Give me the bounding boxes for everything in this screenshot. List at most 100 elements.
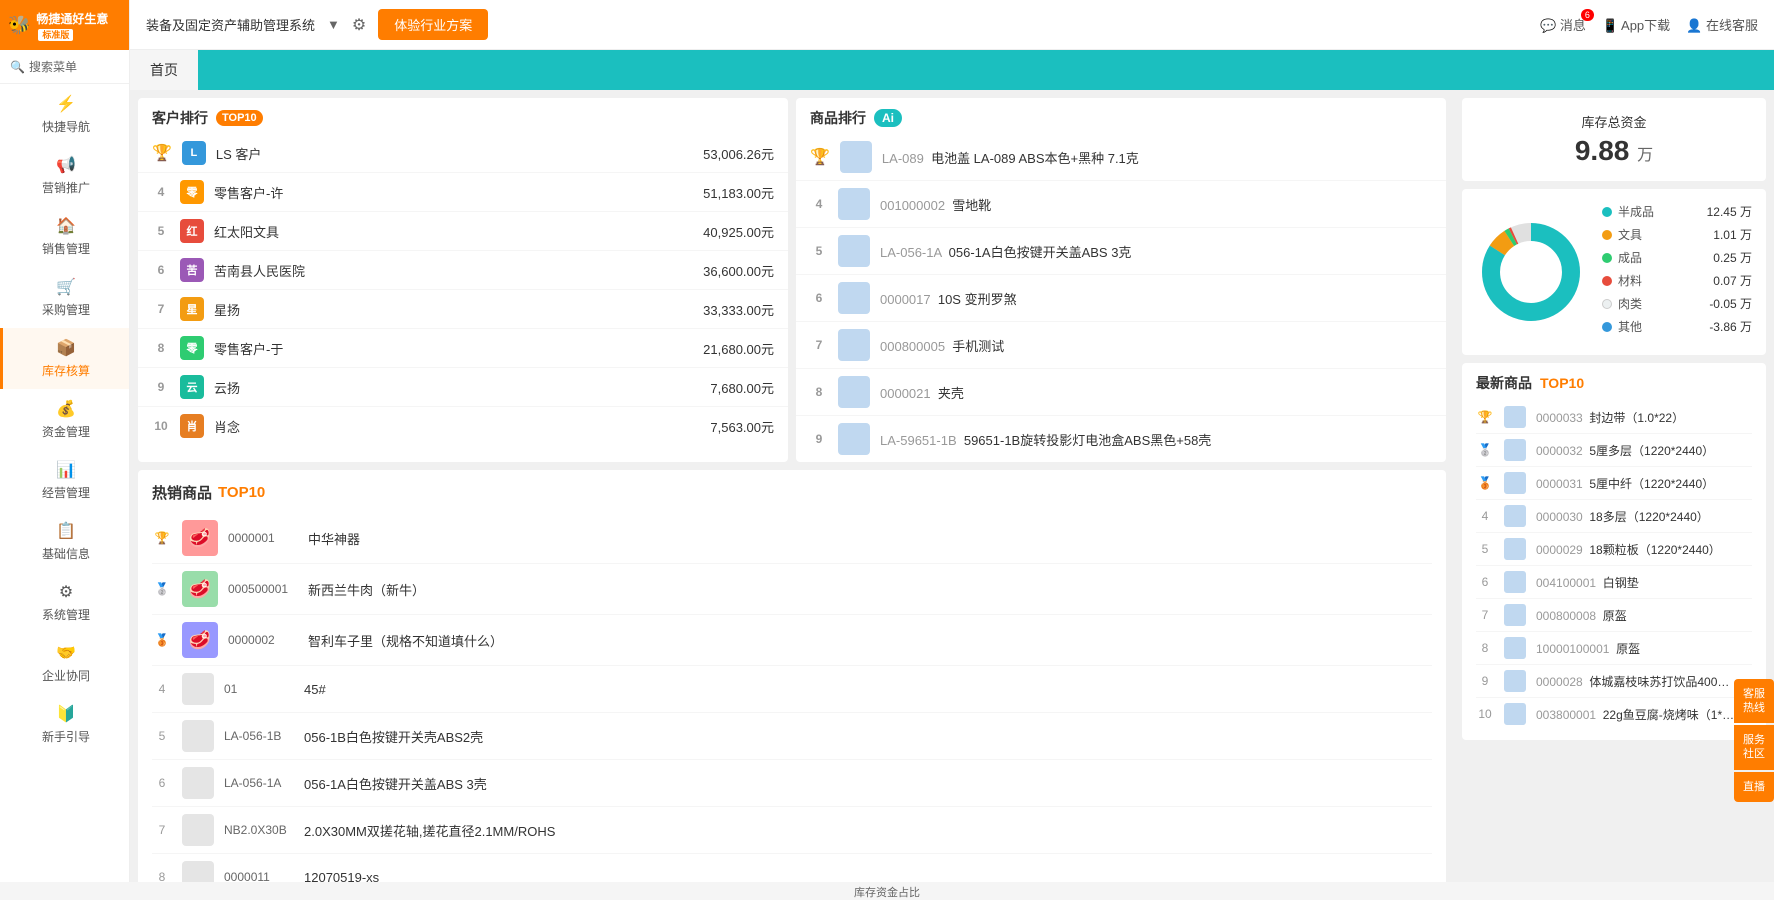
newest-img-7 [1504,604,1526,626]
customer-service-button[interactable]: 客服热线 [1734,679,1774,724]
donut-chart-panel: 库存资金占比 半成品 12.45 万 文具 1.01 万 [1462,189,1766,355]
avatar-7: 云 [180,375,204,399]
message-button[interactable]: 💬 消息 6 [1540,15,1586,34]
hot-product-img-1: 🥩 [182,520,218,556]
inventory-value-unit: 万 [1637,147,1653,164]
product-row-5: 7 000800005 手机测试 [796,322,1446,369]
sidebar-item-finance[interactable]: 💰 资金管理 [0,389,129,450]
newest-row-7: 7 000800008 原盔 [1476,599,1752,632]
sidebar-item-purchase[interactable]: 🛒 采购管理 [0,267,129,328]
legend-dot-1 [1602,207,1612,217]
customer-amount-4: 36,600.00元 [703,261,774,280]
app-logo: 🐝 畅捷通好生意 标准版 [0,0,129,50]
quick-nav-icon: ⚡ [56,94,76,114]
legend-value-5: -0.05 万 [1709,295,1752,312]
sidebar-item-guide[interactable]: 🔰 新手引导 [0,694,129,755]
sidebar-item-quick-nav[interactable]: ⚡ 快捷导航 [0,84,129,145]
online-service-button[interactable]: 👤 在线客服 [1686,15,1758,34]
base-info-icon: 📋 [56,521,76,541]
logo-icon: 🐝 [8,15,30,36]
avatar-6: 零 [180,336,204,360]
message-label: 消息 [1560,18,1586,33]
search-menu[interactable]: 🔍 搜索菜单 [0,50,129,84]
hot-code-2: 000500001 [228,582,298,596]
system-name: 装备及固定资产辅助管理系统 [146,15,315,34]
customer-ranking-title: 客户排行 [152,108,208,128]
customer-amount-7: 7,680.00元 [710,378,774,397]
product-row-6: 8 0000021 夹壳 [796,369,1446,416]
newest-top10-label: TOP10 [1540,375,1584,391]
sidebar-item-base-info[interactable]: 📋 基础信息 [0,511,129,572]
sidebar-item-system[interactable]: ⚙ 系统管理 [0,572,129,633]
app-download-button[interactable]: 📱 App下载 [1602,15,1670,34]
dropdown-icon[interactable]: ▼ [327,17,340,32]
rank-num-3: 5 [152,224,170,238]
sidebar-item-inventory[interactable]: 📦 库存核算 [0,328,129,389]
legend-dot-5 [1602,299,1612,309]
hot-code-4: 01 [224,682,294,696]
live-button[interactable]: 直播 [1734,772,1774,802]
logo-badge: 标准版 [38,29,73,41]
tab-home[interactable]: 首页 [130,50,198,90]
hot-rank-1: 🏆 [152,531,172,545]
customer-row-1: 🏆 L LS 客户 53,006.26元 [138,134,788,173]
medal-gold-icon: 🏆 [152,143,172,163]
header: 装备及固定资产辅助管理系统 ▼ ⚙ 体验行业方案 💬 消息 6 📱 App下载 … [130,0,1774,50]
donut-chart [1476,217,1586,327]
product-name-6: 0000021 夹壳 [880,383,1432,402]
product-rank-3: 5 [810,244,828,258]
header-right: 💬 消息 6 📱 App下载 👤 在线客服 [1540,15,1758,34]
customer-row-6: 8 零 零售客户-于 21,680.00元 [138,329,788,368]
newest-row-10: 10 003800001 22g鱼豆腐-烧烤味（1*12*20） [1476,698,1752,730]
avatar-2: 零 [180,180,204,204]
product-ranking-title: 商品排行 [810,108,866,128]
customer-row-3: 5 红 红太阳文具 40,925.00元 [138,212,788,251]
sidebar: 🐝 畅捷通好生意 标准版 🔍 搜索菜单 ⚡ 快捷导航 📢 营销推广 🏠 销售管理… [0,0,130,882]
service-community-button[interactable]: 服务社区 [1734,725,1774,770]
hot-name-7: 2.0X30MM双搓花轴,搓花直径2.1MM/ROHS [304,821,555,840]
newest-rank-4: 4 [1476,509,1494,523]
newest-img-4 [1504,505,1526,527]
customer-name-4: 苦南县人民医院 [214,261,693,280]
hot-name-6: 056-1A白色按键开关盖ABS 3壳 [304,774,487,793]
product-row-7: 9 LA-59651-1B 59651-1B旋转投影灯电池盒ABS黑色+58壳 [796,416,1446,462]
hot-rank-6: 6 [152,776,172,790]
product-name-7: LA-59651-1B 59651-1B旋转投影灯电池盒ABS黑色+58壳 [880,430,1432,449]
rank-num-8: 10 [152,419,170,433]
logo-text: 畅捷通好生意 [36,10,108,27]
sidebar-item-label: 基础信息 [42,545,90,562]
product-img-4 [838,282,870,314]
sidebar-item-sales[interactable]: 🏠 销售管理 [0,206,129,267]
hot-rank-3: 🥉 [152,633,172,647]
sidebar-item-cooperation[interactable]: 🤝 企业协同 [0,633,129,694]
legend-item-5: 肉类 -0.05 万 [1602,295,1752,312]
hot-rank-4: 4 [152,682,172,696]
inventory-total-label: 库存总资金 [1478,112,1750,131]
sidebar-item-operations[interactable]: 📊 经营管理 [0,450,129,511]
legend-item-4: 材料 0.07 万 [1602,272,1752,289]
product-ranking-panel: 商品排行 Ai 🏆 LA-089 电池盖 LA-089 ABS本色+黑种 7.1… [796,98,1446,462]
avatar-8: 肖 [180,414,204,438]
right-sidebar: 库存总资金 9.88 万 [1454,90,1774,882]
customer-name-3: 红太阳文具 [214,222,693,241]
trial-button[interactable]: 体验行业方案 [378,9,488,40]
avatar-1: L [182,141,206,165]
product-row-3: 5 LA-056-1A 056-1A白色按键开关盖ABS 3克 [796,228,1446,275]
newest-rank-1: 🏆 [1476,410,1494,424]
customer-name-7: 云扬 [214,378,700,397]
product-img-2 [838,188,870,220]
settings-icon[interactable]: ⚙ [352,15,366,35]
newest-rank-10: 10 [1476,707,1494,721]
rank-num-4: 6 [152,263,170,277]
medal-1: 🏆 [810,147,830,167]
legend-value-4: 0.07 万 [1713,272,1752,289]
newest-name-8: 10000100001 原盔 [1536,640,1736,657]
newest-name-10: 003800001 22g鱼豆腐-烧烤味（1*12*20） [1536,706,1736,723]
newest-rank-2: 🥈 [1476,443,1494,457]
customer-name-6: 零售客户-于 [214,339,693,358]
product-row-2: 4 001000002 雪地靴 [796,181,1446,228]
legend-value-1: 12.45 万 [1707,203,1752,220]
hot-product-img-8 [182,861,214,882]
sidebar-item-marketing[interactable]: 📢 营销推广 [0,145,129,206]
product-rank-4: 6 [810,291,828,305]
